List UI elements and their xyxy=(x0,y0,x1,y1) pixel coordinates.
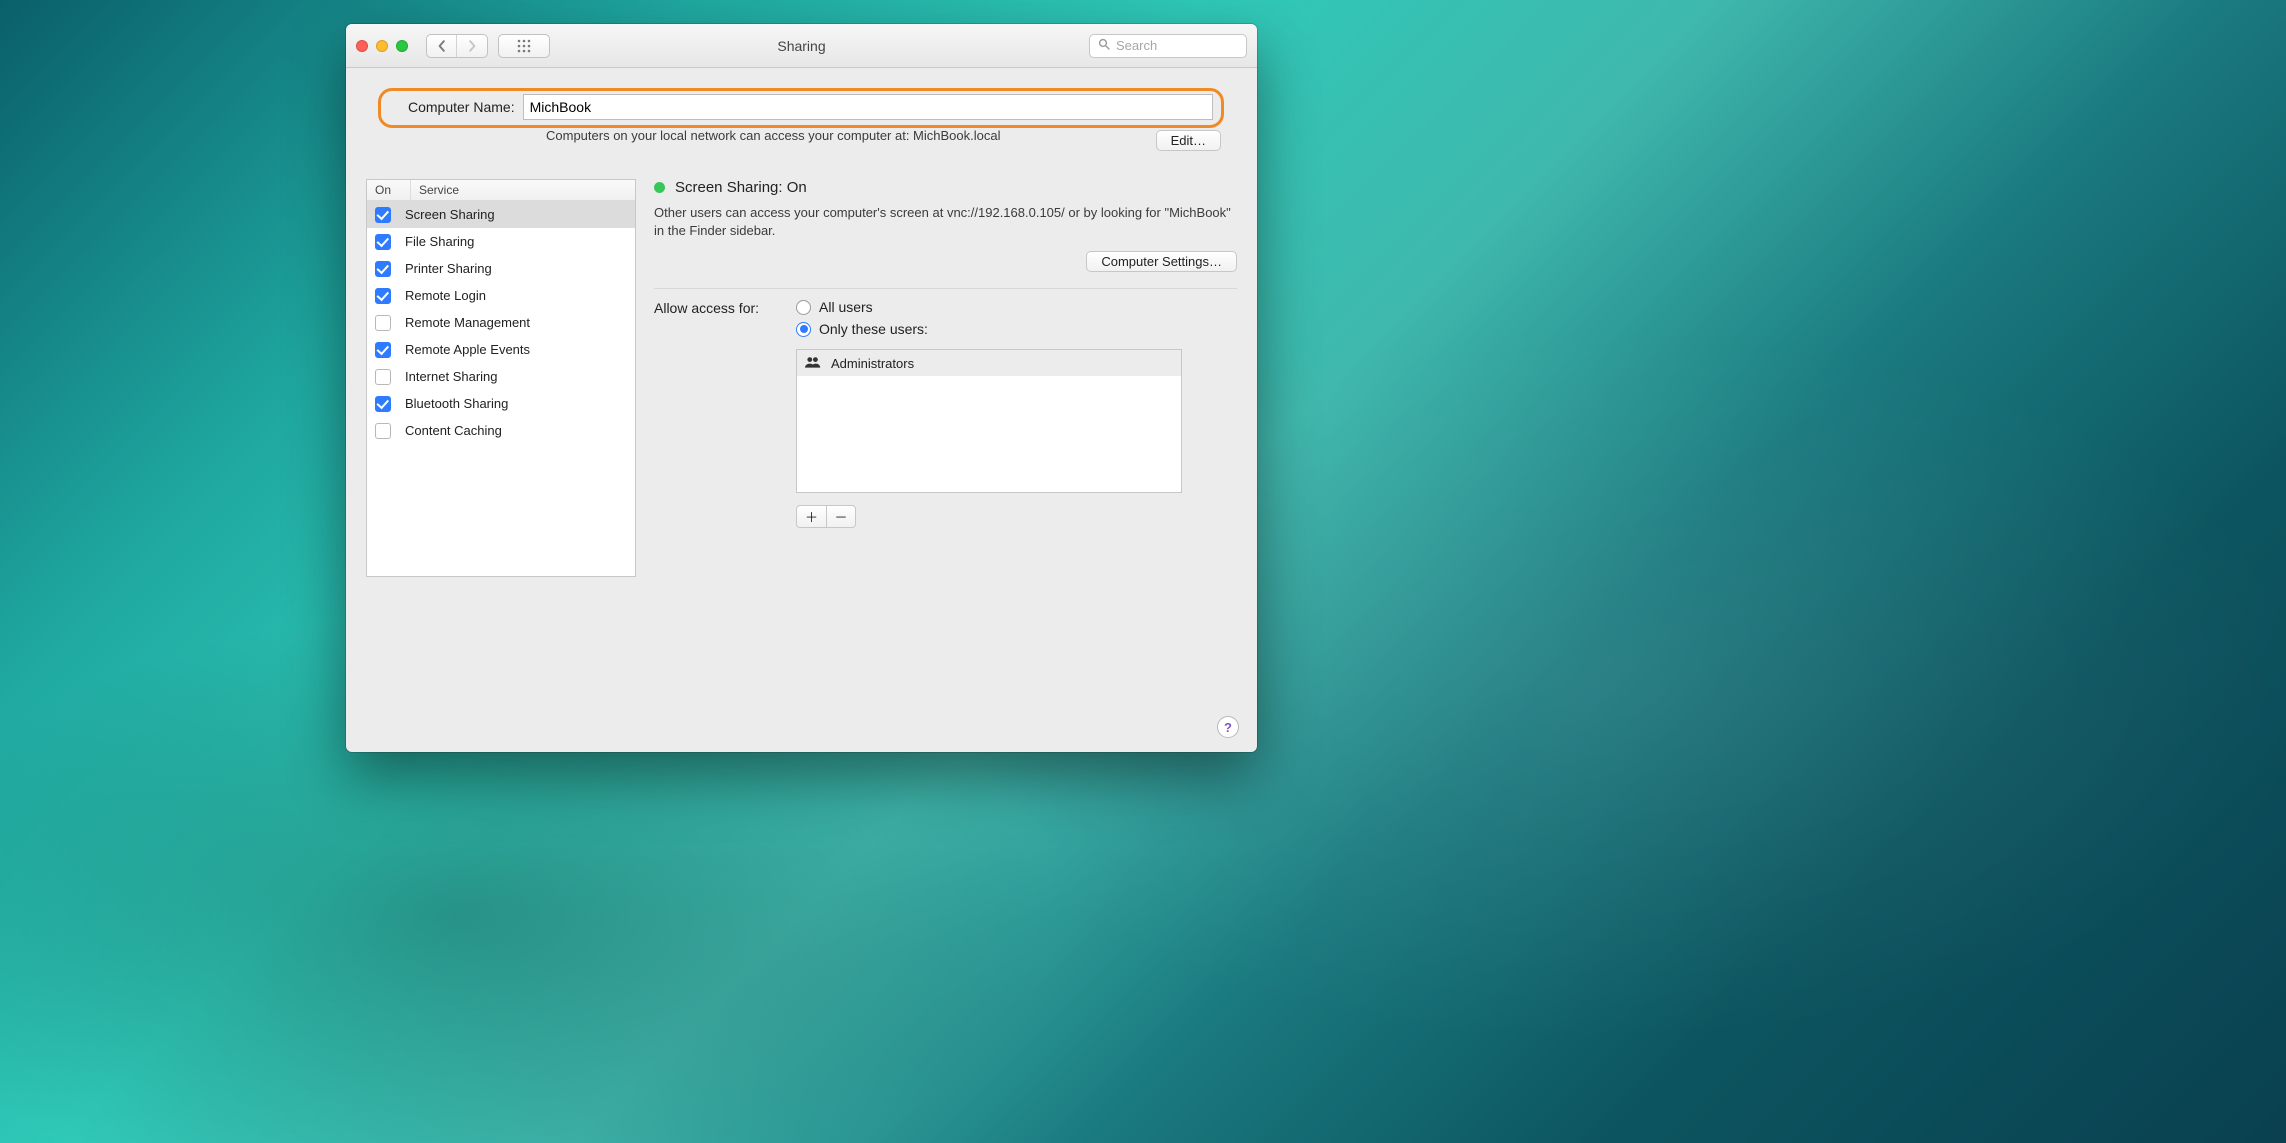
service-label: Screen Sharing xyxy=(405,207,495,222)
service-row[interactable]: Remote Login xyxy=(367,282,635,309)
service-checkbox[interactable] xyxy=(375,423,391,439)
radio-button-icon xyxy=(796,322,811,337)
service-label: Bluetooth Sharing xyxy=(405,396,508,411)
allowed-users-list[interactable]: Administrators xyxy=(796,349,1182,493)
window-toolbar: Sharing xyxy=(346,24,1257,68)
column-service[interactable]: Service xyxy=(411,180,635,200)
remove-user-button[interactable]: － xyxy=(826,505,856,528)
service-label: Content Caching xyxy=(405,423,502,438)
user-row-label: Administrators xyxy=(831,356,914,371)
service-row[interactable]: Bluetooth Sharing xyxy=(367,390,635,417)
search-input[interactable] xyxy=(1116,38,1238,53)
minimize-window-button[interactable] xyxy=(376,40,388,52)
service-label: Remote Management xyxy=(405,315,530,330)
service-row[interactable]: Internet Sharing xyxy=(367,363,635,390)
service-checkbox[interactable] xyxy=(375,396,391,412)
zoom-window-button[interactable] xyxy=(396,40,408,52)
services-table: On Service Screen Sharing File Sharing Pri… xyxy=(366,179,636,577)
add-remove-user-buttons: ＋ － xyxy=(796,505,1182,528)
column-on[interactable]: On xyxy=(367,180,411,200)
traffic-lights xyxy=(356,40,408,52)
service-checkbox[interactable] xyxy=(375,288,391,304)
radio-all-users[interactable]: All users xyxy=(796,299,1182,315)
service-detail-pane: Screen Sharing: On Other users can acces… xyxy=(654,179,1237,577)
allow-access-row: Allow access for: All users Only these u… xyxy=(654,299,1237,528)
computer-name-input[interactable] xyxy=(523,94,1213,120)
service-checkbox[interactable] xyxy=(375,315,391,331)
user-row[interactable]: Administrators xyxy=(797,350,1181,376)
radio-only-users-label: Only these users: xyxy=(819,321,928,337)
service-checkbox[interactable] xyxy=(375,207,391,223)
services-header: On Service xyxy=(367,180,635,201)
radio-only-these-users[interactable]: Only these users: xyxy=(796,321,1182,337)
service-label: Internet Sharing xyxy=(405,369,498,384)
service-label: File Sharing xyxy=(405,234,474,249)
radio-button-icon xyxy=(796,300,811,315)
computer-name-subtext: Computers on your local network can acce… xyxy=(546,128,1066,143)
allow-access-label: Allow access for: xyxy=(654,299,786,316)
show-all-prefs-button[interactable] xyxy=(498,34,550,58)
radio-all-users-label: All users xyxy=(819,299,873,315)
service-row[interactable]: Printer Sharing xyxy=(367,255,635,282)
service-label: Remote Apple Events xyxy=(405,342,530,357)
service-checkbox[interactable] xyxy=(375,261,391,277)
service-row[interactable]: File Sharing xyxy=(367,228,635,255)
edit-hostname-button[interactable]: Edit… xyxy=(1156,130,1221,151)
computer-name-label: Computer Name: xyxy=(408,99,515,115)
service-checkbox[interactable] xyxy=(375,342,391,358)
service-checkbox[interactable] xyxy=(375,369,391,385)
service-label: Printer Sharing xyxy=(405,261,492,276)
back-button[interactable] xyxy=(427,35,457,57)
add-user-button[interactable]: ＋ xyxy=(796,505,826,528)
service-status-subtext: Other users can access your computer's s… xyxy=(654,204,1237,239)
content-area: Computer Name: Computers on your local n… xyxy=(346,68,1257,752)
service-checkbox[interactable] xyxy=(375,234,391,250)
service-row[interactable]: Content Caching xyxy=(367,417,635,444)
users-group-icon xyxy=(805,356,821,371)
forward-button[interactable] xyxy=(457,35,487,57)
access-radio-group: All users Only these users: Administrato… xyxy=(796,299,1182,528)
service-label: Remote Login xyxy=(405,288,486,303)
sharing-preferences-window: Sharing Computer Name: Computers on your… xyxy=(346,24,1257,752)
services-body: Screen Sharing File Sharing Printer Sharin… xyxy=(367,201,635,576)
status-on-icon xyxy=(654,182,665,193)
service-row[interactable]: Screen Sharing xyxy=(367,201,635,228)
help-button[interactable]: ? xyxy=(1217,716,1239,738)
computer-settings-button[interactable]: Computer Settings… xyxy=(1086,251,1237,272)
service-row[interactable]: Remote Apple Events xyxy=(367,336,635,363)
service-row[interactable]: Remote Management xyxy=(367,309,635,336)
service-status-title: Screen Sharing: On xyxy=(675,179,807,196)
search-icon xyxy=(1098,38,1110,53)
search-field[interactable] xyxy=(1089,34,1247,58)
service-status-row: Screen Sharing: On xyxy=(654,179,1237,196)
close-window-button[interactable] xyxy=(356,40,368,52)
nav-back-forward xyxy=(426,34,488,58)
section-divider xyxy=(654,288,1237,289)
computer-name-row: Computer Name: xyxy=(390,94,1213,120)
